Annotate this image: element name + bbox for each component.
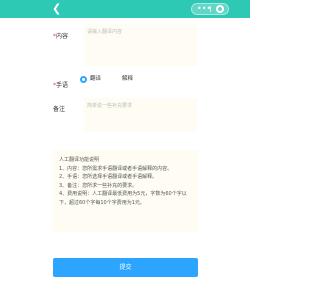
notice-title: 人工翻译功能说明 xyxy=(59,157,100,163)
radio-translate-label[interactable]: 翻译 xyxy=(90,76,101,83)
notice-line: 1、内容：您所需求手语翻译或者手语解释的内容。 xyxy=(59,165,173,172)
submit-button[interactable]: 提交 xyxy=(53,258,198,277)
notice-line: 3、备注：您所求一些补充的要求。 xyxy=(59,182,138,189)
title-bar: ❮ ••• xyxy=(0,0,250,18)
content-placeholder: 请输入翻译内容 xyxy=(87,29,123,35)
method-label-text: 手语 xyxy=(56,82,69,89)
remark-label: 备注 xyxy=(53,106,66,113)
content-input[interactable]: 请输入翻译内容 xyxy=(84,24,197,66)
mini-program-capsule: ••• xyxy=(191,3,229,15)
radio-translate[interactable] xyxy=(80,76,87,83)
content-label: *内容 xyxy=(53,31,68,40)
notice-line: 2、手语：您所选择手语翻译或者手语解释。 xyxy=(59,174,158,180)
close-icon[interactable] xyxy=(216,5,224,13)
method-label: *手语 xyxy=(53,80,68,89)
method-radio-group: 翻译 解释 xyxy=(80,76,160,84)
remark-input[interactable]: 简单说一些补充要求 xyxy=(84,98,197,132)
back-icon[interactable]: ❮ xyxy=(52,2,66,16)
notice-line: 4、费用说明：人工翻译最低费用为5元，字数为60个字以下，超过60个字每10个字… xyxy=(59,191,187,206)
notice-box: 人工翻译功能说明 1、内容：您所需求手语翻译或者手语解释的内容。 2、手语：您所… xyxy=(52,150,198,232)
remark-placeholder: 简单说一些补充要求 xyxy=(87,103,133,109)
capsule-divider xyxy=(210,6,211,12)
content-label-text: 内容 xyxy=(56,33,69,40)
radio-explain-label[interactable]: 解释 xyxy=(122,76,133,83)
